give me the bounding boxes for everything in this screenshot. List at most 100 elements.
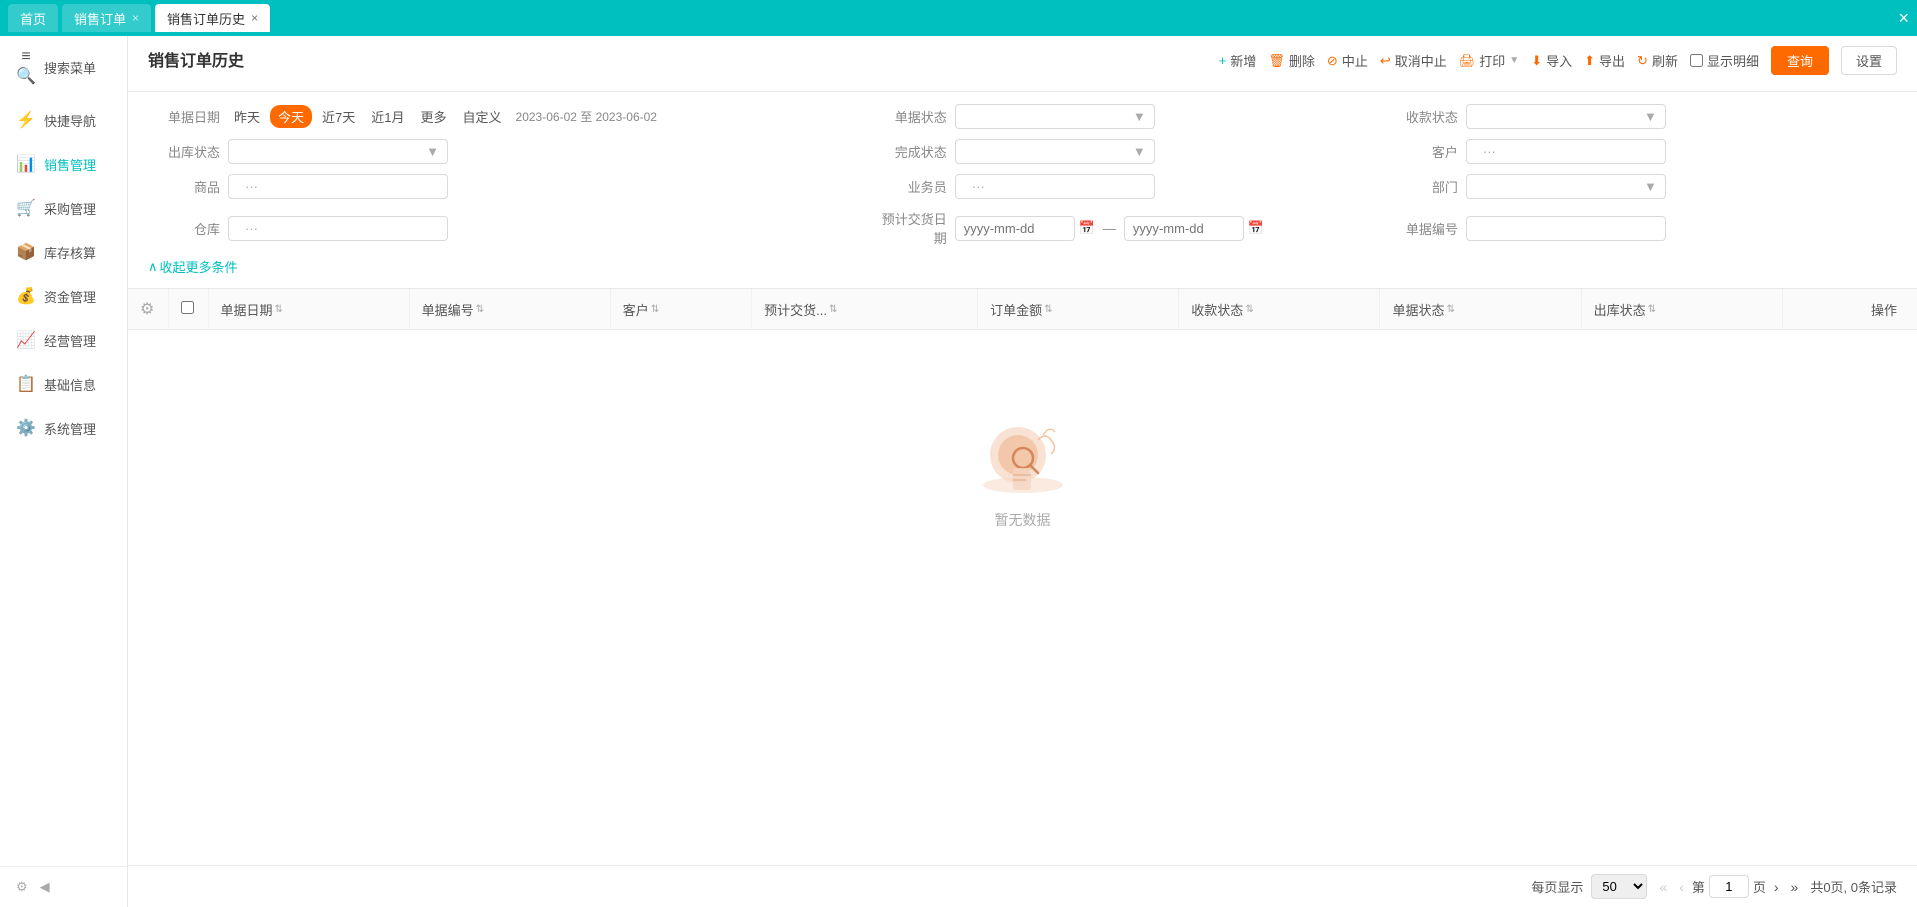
th-number-sort[interactable]: 单据编号 ⇅ [422, 300, 598, 319]
th-order-status-sort-icon: ⇅ [1446, 304, 1454, 315]
add-icon: + [1219, 53, 1227, 68]
sidebar-item-finance[interactable]: 💰 资金管理 [0, 274, 127, 318]
product-select[interactable]: ··· [228, 174, 448, 199]
delete-button[interactable]: 🗑 删除 [1268, 51, 1315, 70]
date-range-text: 2023-06-02 至 2023-06-02 [516, 108, 657, 125]
tab-sales-order[interactable]: 销售订单 × [62, 4, 151, 32]
select-all-checkbox[interactable] [181, 301, 194, 314]
date-tab-custom[interactable]: 自定义 [457, 105, 508, 128]
sidebar-item-base-info[interactable]: 📋 基础信息 [0, 362, 127, 406]
sidebar-item-quick-nav[interactable]: ⚡ 快捷导航 [0, 98, 127, 142]
collapse-up-icon: ∧ [148, 259, 158, 275]
sidebar-item-system-mgmt[interactable]: ⚙️ 系统管理 [0, 406, 127, 450]
collapse-row: ∧ 收起更多条件 [148, 257, 1897, 276]
show-detail-checkbox-area[interactable]: 显示明细 [1690, 51, 1759, 70]
sidebar-item-sales-mgmt[interactable]: 📊 销售管理 [0, 142, 127, 186]
th-customer-sort[interactable]: 客户 ⇅ [623, 300, 739, 319]
th-checkbox[interactable] [168, 289, 208, 330]
refresh-button[interactable]: ↻ 刷新 [1637, 51, 1678, 70]
top-close-button[interactable]: × [1898, 8, 1909, 29]
th-gear[interactable]: ⚙ [128, 289, 168, 330]
collapse-button[interactable]: ∧ 收起更多条件 [148, 257, 1897, 276]
order-number-input[interactable] [1466, 216, 1666, 241]
order-status-label: 单据状态 [875, 107, 955, 126]
page-suffix: 页 [1753, 877, 1766, 896]
print-button[interactable]: 🖨 打印 ▼ [1459, 51, 1519, 70]
order-number-field [1466, 216, 1897, 241]
empty-state: 暂无数据 [128, 330, 1917, 610]
refresh-icon: ↻ [1637, 53, 1648, 69]
receipt-status-field: ▼ [1466, 104, 1897, 129]
tab-sales-order-history[interactable]: 销售订单历史 × [155, 4, 270, 32]
filter-row-1: 单据日期 昨天 今天 近7天 近1月 更多 自定义 2023-06-02 至 2… [148, 104, 1897, 129]
outbound-status-select[interactable]: ▼ [228, 139, 448, 164]
delivery-date-start[interactable] [955, 216, 1075, 241]
receipt-status-label: 收款状态 [1386, 107, 1466, 126]
sidebar-item-operations[interactable]: 📈 经营管理 [0, 318, 127, 362]
order-status-field[interactable]: ▼ [955, 104, 1386, 129]
th-number-sort-icon: ⇅ [476, 304, 484, 315]
th-order-status-sort[interactable]: 单据状态 ⇅ [1392, 300, 1568, 319]
query-button[interactable]: 查询 [1771, 46, 1829, 75]
sidebar-item-search-menu[interactable]: ≡🔍 搜索菜单 [0, 36, 127, 98]
th-expected-delivery-sort[interactable]: 预计交货... ⇅ [764, 300, 965, 319]
customer-select[interactable]: ··· [1466, 139, 1666, 164]
page-number-input[interactable] [1709, 875, 1749, 898]
completion-status-select[interactable]: ▼ [955, 139, 1155, 164]
warehouse-field: ··· [228, 216, 875, 241]
date-field: 昨天 今天 近7天 近1月 更多 自定义 2023-06-02 至 2023-0… [228, 105, 875, 128]
delivery-date-end[interactable] [1124, 216, 1244, 241]
th-receipt-status-sort[interactable]: 收款状态 ⇅ [1191, 300, 1367, 319]
sidebar-item-purchase-mgmt[interactable]: 🛒 采购管理 [0, 186, 127, 230]
th-outbound-status-sort-icon: ⇅ [1648, 304, 1656, 315]
sidebar-collapse-icon[interactable]: ◀ [40, 879, 50, 895]
tab-sales-order-close[interactable]: × [132, 11, 139, 25]
import-button[interactable]: ⬇ 导入 [1531, 51, 1572, 70]
receipt-status-arrow-icon: ▼ [1644, 109, 1657, 124]
date-tab-yesterday[interactable]: 昨天 [228, 105, 266, 128]
th-number: 单据编号 ⇅ [409, 289, 610, 330]
order-status-select[interactable]: ▼ [955, 104, 1155, 129]
receipt-status-select[interactable]: ▼ [1466, 104, 1666, 129]
sidebar-item-inventory[interactable]: 📦 库存核算 [0, 230, 127, 274]
tab-home[interactable]: 首页 [8, 4, 58, 32]
filter-row-4: 仓库 ··· 预计交货日期 📅 — 📅 单据编号 [148, 209, 1897, 247]
first-page-button[interactable]: « [1655, 877, 1671, 897]
table-body: 暂无数据 [128, 330, 1917, 611]
calendar-icon-end[interactable]: 📅 [1248, 220, 1264, 236]
show-detail-checkbox[interactable] [1690, 54, 1703, 67]
th-outbound-status-sort[interactable]: 出库状态 ⇅ [1594, 300, 1770, 319]
date-tab-1month[interactable]: 近1月 [365, 105, 410, 128]
per-page-select[interactable]: 50 10 20 100 [1591, 874, 1647, 899]
stop-button[interactable]: ⊘ 中止 [1327, 51, 1368, 70]
date-tab-today[interactable]: 今天 [270, 105, 312, 128]
prev-page-button[interactable]: ‹ [1675, 877, 1688, 897]
calendar-icon-start[interactable]: 📅 [1079, 220, 1095, 236]
add-button[interactable]: + 新增 [1219, 51, 1257, 70]
th-date-sort[interactable]: 单据日期 ⇅ [221, 300, 397, 319]
completion-status-label: 完成状态 [875, 142, 955, 161]
print-icon: 🖨 [1459, 53, 1476, 69]
export-button[interactable]: ⬆ 导出 [1584, 51, 1625, 70]
print-chevron-icon: ▼ [1509, 55, 1519, 66]
th-receipt-status: 收款状态 ⇅ [1179, 289, 1380, 330]
department-select[interactable]: ▼ [1466, 174, 1666, 199]
sidebar-settings-icon[interactable]: ⚙ [16, 879, 28, 895]
th-order-amount-sort[interactable]: 订单金额 ⇅ [990, 300, 1166, 319]
date-tab-7days[interactable]: 近7天 [316, 105, 361, 128]
sales-person-select[interactable]: ··· [955, 174, 1155, 199]
tab-home-label: 首页 [20, 9, 46, 28]
warehouse-select[interactable]: ··· [228, 216, 448, 241]
date-tab-more[interactable]: 更多 [415, 105, 453, 128]
product-field: ··· [228, 174, 875, 199]
cancel-stop-button[interactable]: ↩ 取消中止 [1380, 51, 1447, 70]
department-label: 部门 [1386, 177, 1466, 196]
last-page-button[interactable]: » [1787, 877, 1803, 897]
next-page-button[interactable]: › [1770, 877, 1783, 897]
sales-person-field: ··· [955, 174, 1386, 199]
settings-button[interactable]: 设置 [1841, 46, 1897, 75]
th-outbound-status: 出库状态 ⇅ [1581, 289, 1782, 330]
export-icon: ⬆ [1584, 53, 1595, 69]
sidebar-item-system-label: 系统管理 [44, 419, 96, 438]
tab-sales-order-history-close[interactable]: × [251, 11, 258, 25]
